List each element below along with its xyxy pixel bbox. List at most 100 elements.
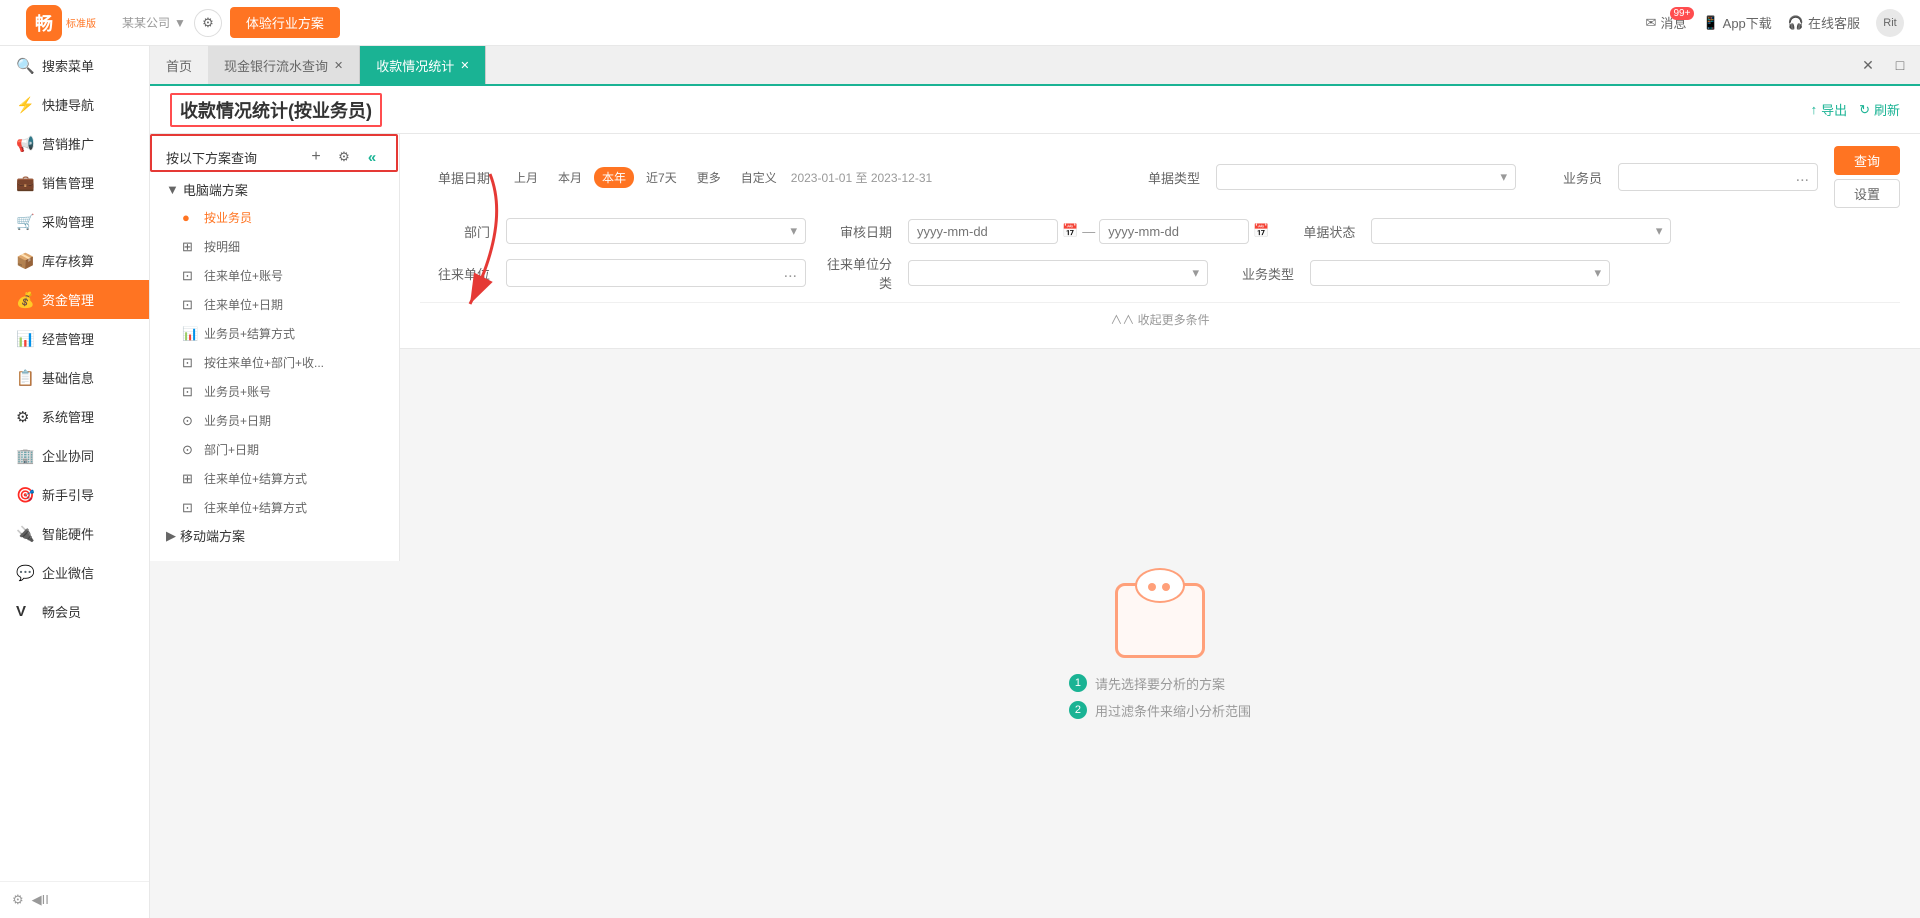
desktop-scheme-group: ▼ 电脑端方案 ● 按业务员 ⊞ 按明细 ⊡ 往来单位+账号 <box>150 176 399 522</box>
breadcrumb: 某某公司 ▼ <box>122 14 186 31</box>
marketing-icon: 📢 <box>16 135 34 153</box>
service-icon: 🎧 <box>1788 15 1804 31</box>
filter-settings-button[interactable]: 设置 <box>1834 179 1900 208</box>
sidebar-item-guide[interactable]: 🎯 新手引导 <box>0 475 149 514</box>
scheme-unit-method2[interactable]: ⊡ 往来单位+结算方式 <box>158 493 391 522</box>
tab-home[interactable]: 首页 <box>150 46 208 84</box>
date-tab-7days[interactable]: 近7天 <box>638 167 685 188</box>
sidebar-item-iot[interactable]: 🔌 智能硬件 <box>0 514 149 553</box>
filter-row-3: 往来单位 ... 往来单位分类 ▾ 业务类型 ▾ <box>420 254 1900 292</box>
sidebar-item-sales[interactable]: 💼 销售管理 <box>0 163 149 202</box>
salesperson-account-icon: ⊡ <box>182 384 198 400</box>
counterparty-label: 往来单位 <box>420 264 490 283</box>
refresh-icon: ↻ <box>1859 102 1870 118</box>
empty-face <box>1135 568 1185 603</box>
counterparty-more-btn[interactable]: ... <box>784 264 797 282</box>
sidebar-item-vip[interactable]: V 畅会员 <box>0 592 149 631</box>
sidebar-item-system[interactable]: ⚙ 系统管理 <box>0 397 149 436</box>
scheme-unit-account[interactable]: ⊡ 往来单位+账号 <box>158 261 391 290</box>
sidebar-item-quicknav[interactable]: ⚡ 快捷导航 <box>0 85 149 124</box>
biz-type-select[interactable]: ▾ <box>1310 260 1610 286</box>
sidebar-item-label: 快捷导航 <box>42 95 94 114</box>
scheme-by-salesperson[interactable]: ● 按业务员 <box>158 203 391 232</box>
scheme-unit-date[interactable]: ⊡ 往来单位+日期 <box>158 290 391 319</box>
empty-hint-1: 1 请先选择要分析的方案 <box>1069 674 1251 693</box>
scheme-dept-date[interactable]: ⊙ 部门+日期 <box>158 435 391 464</box>
sidebar-item-search[interactable]: 🔍 搜索菜单 <box>0 46 149 85</box>
top-bar-left: 畅 标准版 某某公司 ▼ ⚙ 体验行业方案 <box>16 5 1646 41</box>
sidebar-item-base[interactable]: 📋 基础信息 <box>0 358 149 397</box>
sidebar-item-corp[interactable]: 🏢 企业协同 <box>0 436 149 475</box>
calendar-icon-end[interactable]: 📅 <box>1253 223 1269 239</box>
scheme-label: 往来单位+账号 <box>204 267 283 284</box>
scheme-label: 往来单位+结算方式 <box>204 499 307 516</box>
trial-button[interactable]: 体验行业方案 <box>230 7 340 38</box>
scheme-by-detail[interactable]: ⊞ 按明细 <box>158 232 391 261</box>
dept-chevron-icon: ▾ <box>790 223 797 239</box>
scheme-settings-btn[interactable]: ⚙ <box>333 146 355 168</box>
empty-eye-left <box>1148 583 1156 591</box>
scheme-salesperson-account[interactable]: ⊡ 业务员+账号 <box>158 377 391 406</box>
mobile-group-title[interactable]: ▶ 移动端方案 <box>158 522 391 549</box>
sidebar-item-label: 搜索菜单 <box>42 56 94 75</box>
online-service-btn[interactable]: 🎧 在线客服 <box>1788 13 1860 32</box>
notification-badge: 99+ <box>1670 7 1695 20</box>
group-label: 电脑端方案 <box>183 180 248 199</box>
scheme-label: 往来单位+日期 <box>204 296 283 313</box>
window-expand-icon[interactable]: □ <box>1888 53 1912 77</box>
date-tab-more[interactable]: 更多 <box>689 167 729 188</box>
sidebar-item-wechat[interactable]: 💬 企业微信 <box>0 553 149 592</box>
date-tab-custom[interactable]: 自定义 <box>733 167 785 188</box>
salesperson-scheme-icon: ● <box>182 210 198 225</box>
tab-bank[interactable]: 现金银行流水查询 ✕ <box>208 46 360 84</box>
online-service-label: 在线客服 <box>1808 13 1860 32</box>
app-download-btn[interactable]: 📱 App下载 <box>1702 13 1771 32</box>
dept-select[interactable]: ▾ <box>506 218 806 244</box>
scheme-unit-method1[interactable]: ⊞ 往来单位+结算方式 <box>158 464 391 493</box>
sidebar-item-purchase[interactable]: 🛒 采购管理 <box>0 202 149 241</box>
collapse-icon: ∧∧ <box>1110 313 1134 327</box>
sidebar-item-inventory[interactable]: 📦 库存核算 <box>0 241 149 280</box>
salesperson-more-btn[interactable]: ... <box>1796 168 1809 186</box>
notification-btn[interactable]: ✉ 消息 99+ <box>1646 13 1687 32</box>
doc-status-select[interactable]: ▾ <box>1371 218 1671 244</box>
sidebar-item-label: 经营管理 <box>42 329 94 348</box>
counterparty-type-label: 往来单位分类 <box>822 254 892 292</box>
scheme-salesperson-date[interactable]: ⊙ 业务员+日期 <box>158 406 391 435</box>
topbar-settings-btn[interactable]: ⚙ <box>194 9 222 37</box>
export-button[interactable]: ↑ 导出 <box>1811 100 1848 119</box>
panel-collapse-btn[interactable]: « <box>361 146 383 168</box>
date-tab-last-month[interactable]: 上月 <box>506 167 546 188</box>
add-scheme-btn[interactable]: + <box>305 146 327 168</box>
sidebar: 🔍 搜索菜单 ⚡ 快捷导航 📢 营销推广 💼 销售管理 🛒 采购管理 📦 库存核… <box>0 46 150 918</box>
sidebar-item-label: 系统管理 <box>42 407 94 426</box>
query-button[interactable]: 查询 <box>1834 146 1900 175</box>
salesperson-select[interactable]: ... <box>1618 163 1818 191</box>
sidebar-item-operations[interactable]: 📊 经营管理 <box>0 319 149 358</box>
date-tab-this-year[interactable]: 本年 <box>594 167 634 188</box>
tab-collection[interactable]: 收款情况统计 ✕ <box>360 46 486 84</box>
counterparty-type-select[interactable]: ▾ <box>908 260 1208 286</box>
review-date-start-input[interactable] <box>908 219 1058 244</box>
export-label: 导出 <box>1821 100 1847 119</box>
scheme-label: 业务员+结算方式 <box>204 325 295 342</box>
desktop-group-title[interactable]: ▼ 电脑端方案 <box>158 176 391 203</box>
footer-settings-icon[interactable]: ⚙ <box>12 892 24 908</box>
doc-type-select[interactable]: ▾ <box>1216 164 1516 190</box>
tab-bank-close[interactable]: ✕ <box>334 59 343 72</box>
sidebar-item-marketing[interactable]: 📢 营销推广 <box>0 124 149 163</box>
scheme-salesperson-method[interactable]: 📊 业务员+结算方式 <box>158 319 391 348</box>
scheme-unit-dept-col[interactable]: ⊡ 按往来单位+部门+收... <box>158 348 391 377</box>
window-close-icon[interactable]: ✕ <box>1856 53 1880 77</box>
tab-collection-close[interactable]: ✕ <box>460 59 469 72</box>
sidebar-item-label: 企业微信 <box>42 563 94 582</box>
footer-collapse-icon[interactable]: ◀II <box>32 892 49 908</box>
date-tab-this-month[interactable]: 本月 <box>550 167 590 188</box>
user-avatar[interactable]: Rit <box>1876 9 1904 37</box>
calendar-icon-start[interactable]: 📅 <box>1062 223 1078 239</box>
sidebar-item-finance[interactable]: 💰 资金管理 <box>0 280 149 319</box>
counterparty-select[interactable]: ... <box>506 259 806 287</box>
refresh-button[interactable]: ↻ 刷新 <box>1859 100 1900 119</box>
collapse-conditions-btn[interactable]: ∧∧ 收起更多条件 <box>420 302 1900 336</box>
review-date-end-input[interactable] <box>1099 219 1249 244</box>
